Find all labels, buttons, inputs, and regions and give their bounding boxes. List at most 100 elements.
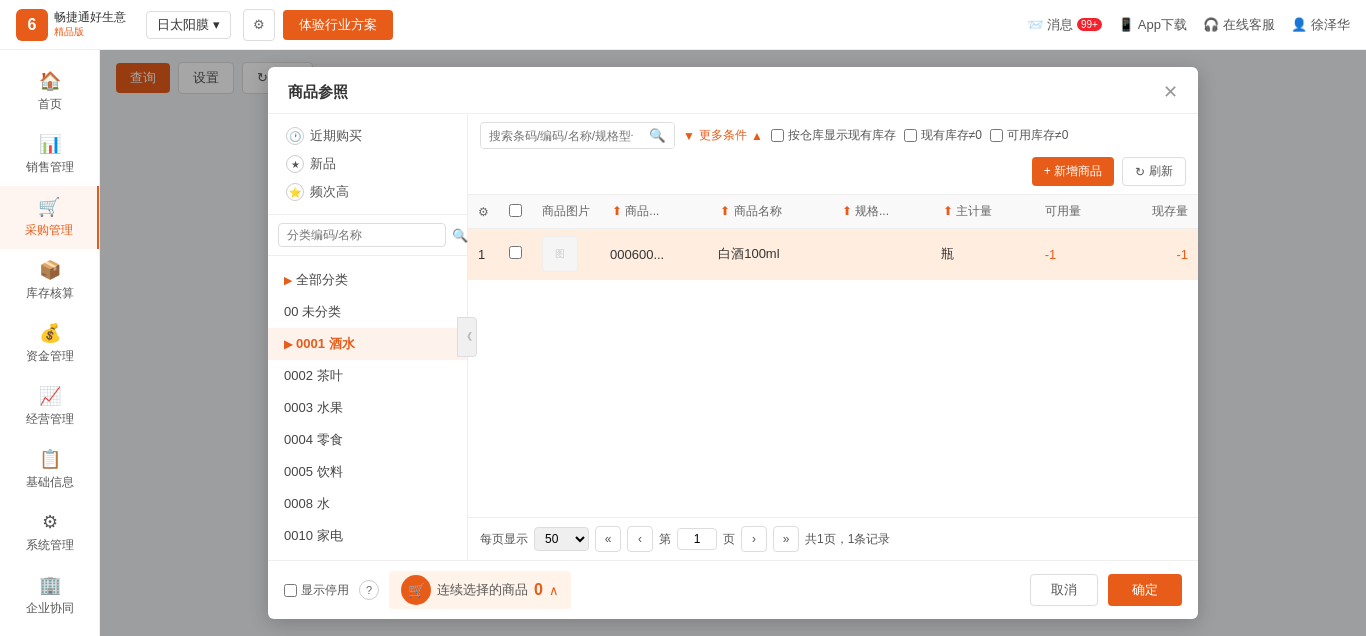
main-content: 查询 设置 ↻ 刷新 商品参照 ✕ 🕐 xyxy=(100,50,1366,636)
trial-button[interactable]: 体验行业方案 xyxy=(283,10,393,40)
col-settings[interactable]: ⚙ xyxy=(468,195,499,229)
col-available: 可用量 xyxy=(1035,195,1117,229)
collapse-up-button[interactable]: ∧ xyxy=(549,583,559,598)
sidebar-item-enterprise[interactable]: 🏢 企业协同 xyxy=(0,564,99,627)
inventory-icon: 📦 xyxy=(39,259,61,281)
sidebar-item-label: 销售管理 xyxy=(26,159,74,176)
cat-item-0002[interactable]: 0002 茶叶 xyxy=(268,360,467,392)
row-unit: 瓶 xyxy=(931,229,1035,280)
gear-icon: ⚙ xyxy=(253,17,265,32)
stock-not-zero-checkbox[interactable] xyxy=(904,129,917,142)
category-panel: 🕐 近期购买 ★ 新品 ⭐ 频次高 xyxy=(268,114,468,560)
modal-close-button[interactable]: ✕ xyxy=(1163,81,1178,103)
store-selector[interactable]: 日太阳膜 ▾ xyxy=(146,11,231,39)
stock-not-zero-filter[interactable]: 现有库存≠0 xyxy=(904,127,982,144)
cat-item-0003[interactable]: 0003 水果 xyxy=(268,392,467,424)
cat-item-all[interactable]: ▶ 全部分类 xyxy=(268,264,467,296)
cancel-button[interactable]: 取消 xyxy=(1030,574,1098,606)
row-index: 1 xyxy=(468,229,499,280)
show-disabled-label[interactable]: 显示停用 xyxy=(284,582,349,599)
cat-item-00[interactable]: 00 未分类 xyxy=(268,296,467,328)
page-size-select[interactable]: 50 10 20 100 xyxy=(534,527,589,551)
warehouse-checkbox[interactable] xyxy=(771,129,784,142)
row-name: 白酒100ml xyxy=(708,229,829,280)
confirm-button[interactable]: 确定 xyxy=(1108,574,1182,606)
row-spec xyxy=(830,229,931,280)
sidebar-item-inventory[interactable]: 📦 库存核算 xyxy=(0,249,99,312)
sidebar-item-sales[interactable]: 📊 销售管理 xyxy=(0,123,99,186)
modal-footer: 显示停用 ? 🛒 连续选择的商品 0 ∧ 取消 确定 xyxy=(268,560,1198,619)
page-number-input[interactable] xyxy=(677,528,717,550)
total-info: 共1页，1条记录 xyxy=(805,531,890,548)
modal-header: 商品参照 ✕ xyxy=(268,67,1198,114)
product-search-button[interactable]: 🔍 xyxy=(641,123,674,148)
warehouse-filter[interactable]: 按仓库显示现有库存 xyxy=(771,127,896,144)
logo-name: 畅捷通好生意 xyxy=(54,10,126,26)
col-name[interactable]: ⬆ 商品名称 xyxy=(708,195,829,229)
sidebar-item-label: 基础信息 xyxy=(26,474,74,491)
new-icon: ★ xyxy=(286,155,304,173)
more-filter-button[interactable]: ▼ 更多条件 ▲ xyxy=(683,127,763,144)
sidebar-item-guide[interactable]: 🎓 新手引导 xyxy=(0,627,99,636)
footer-left: 显示停用 xyxy=(284,582,349,599)
category-search-input[interactable] xyxy=(278,223,446,247)
available-not-zero-filter[interactable]: 可用库存≠0 xyxy=(990,127,1068,144)
filter-icon: ▼ xyxy=(683,129,695,143)
product-image: 图 xyxy=(542,236,578,272)
gear-button[interactable]: ⚙ xyxy=(243,9,275,41)
product-reference-modal: 商品参照 ✕ 🕐 近期购买 ★ xyxy=(268,67,1198,619)
modal-body: 🕐 近期购买 ★ 新品 ⭐ 频次高 xyxy=(268,114,1198,560)
cat-item-0005[interactable]: 0005 饮料 xyxy=(268,456,467,488)
sales-icon: 📊 xyxy=(39,133,61,155)
pagination-area: 每页显示 50 10 20 100 « ‹ 第 页 xyxy=(468,517,1198,560)
show-disabled-checkbox[interactable] xyxy=(284,584,297,597)
collapse-panel-button[interactable]: 《 xyxy=(457,317,477,357)
message-item[interactable]: 📨 消息 99+ xyxy=(1027,16,1102,34)
product-search-input[interactable] xyxy=(481,124,641,148)
col-code[interactable]: ⬆ 商品... xyxy=(600,195,708,229)
operations-icon: 📈 xyxy=(39,385,61,407)
add-product-button[interactable]: + 新增商品 xyxy=(1032,157,1114,186)
cat-item-0008[interactable]: 0008 水 xyxy=(268,488,467,520)
row-checkbox[interactable] xyxy=(499,229,532,280)
cat-item-0010[interactable]: 0010 家电 xyxy=(268,520,467,552)
col-spec[interactable]: ⬆ 规格... xyxy=(830,195,931,229)
category-list: ▶ 全部分类 00 未分类 ▶ 0001 酒水 0002 茶 xyxy=(268,256,467,560)
row-available: -1 xyxy=(1035,229,1117,280)
sidebar-item-system[interactable]: ⚙ 系统管理 xyxy=(0,501,99,564)
prev-page-button[interactable]: ‹ xyxy=(627,526,653,552)
sidebar-item-operations[interactable]: 📈 经营管理 xyxy=(0,375,99,438)
table-header: ⚙ 商品图片 ⬆ xyxy=(468,195,1198,229)
select-all-checkbox[interactable] xyxy=(509,204,522,217)
sidebar-item-basic[interactable]: 📋 基础信息 xyxy=(0,438,99,501)
next-page-button[interactable]: › xyxy=(741,526,767,552)
col-unit[interactable]: ⬆ 主计量 xyxy=(931,195,1035,229)
app-download-item[interactable]: 📱 App下载 xyxy=(1118,16,1187,34)
online-service-item[interactable]: 🎧 在线客服 xyxy=(1203,16,1275,34)
table-row[interactable]: 1 图 000600... 白酒100ml xyxy=(468,229,1198,280)
cat-item-0001[interactable]: ▶ 0001 酒水 xyxy=(268,328,467,360)
last-page-button[interactable]: » xyxy=(773,526,799,552)
headset-icon: 🎧 xyxy=(1203,17,1219,32)
logo-area: 6 畅捷通好生意 精品版 xyxy=(16,9,126,41)
category-search-icon[interactable]: 🔍 xyxy=(452,228,468,243)
chevron-down-icon: ▾ xyxy=(213,17,220,32)
quick-item-recent[interactable]: 🕐 近期购买 xyxy=(278,122,457,150)
help-icon[interactable]: ? xyxy=(359,580,379,600)
row-select-checkbox[interactable] xyxy=(509,246,522,259)
system-icon: ⚙ xyxy=(42,511,58,533)
first-page-button[interactable]: « xyxy=(595,526,621,552)
sort-icon: ⬆ xyxy=(720,204,730,218)
logo-sub: 精品版 xyxy=(54,25,126,39)
user-avatar[interactable]: 👤 徐泽华 xyxy=(1291,16,1350,34)
quick-item-new[interactable]: ★ 新品 xyxy=(278,150,457,178)
row-stock: -1 xyxy=(1116,229,1198,280)
cat-item-0004[interactable]: 0004 零食 xyxy=(268,424,467,456)
sidebar-item-purchase[interactable]: 🛒 采购管理 xyxy=(0,186,99,249)
quick-item-frequent[interactable]: ⭐ 频次高 xyxy=(278,178,457,206)
modal-title: 商品参照 xyxy=(288,83,348,102)
sidebar-item-home[interactable]: 🏠 首页 xyxy=(0,60,99,123)
available-not-zero-checkbox[interactable] xyxy=(990,129,1003,142)
refresh-button[interactable]: ↻ 刷新 xyxy=(1122,157,1186,186)
sidebar-item-finance[interactable]: 💰 资金管理 xyxy=(0,312,99,375)
